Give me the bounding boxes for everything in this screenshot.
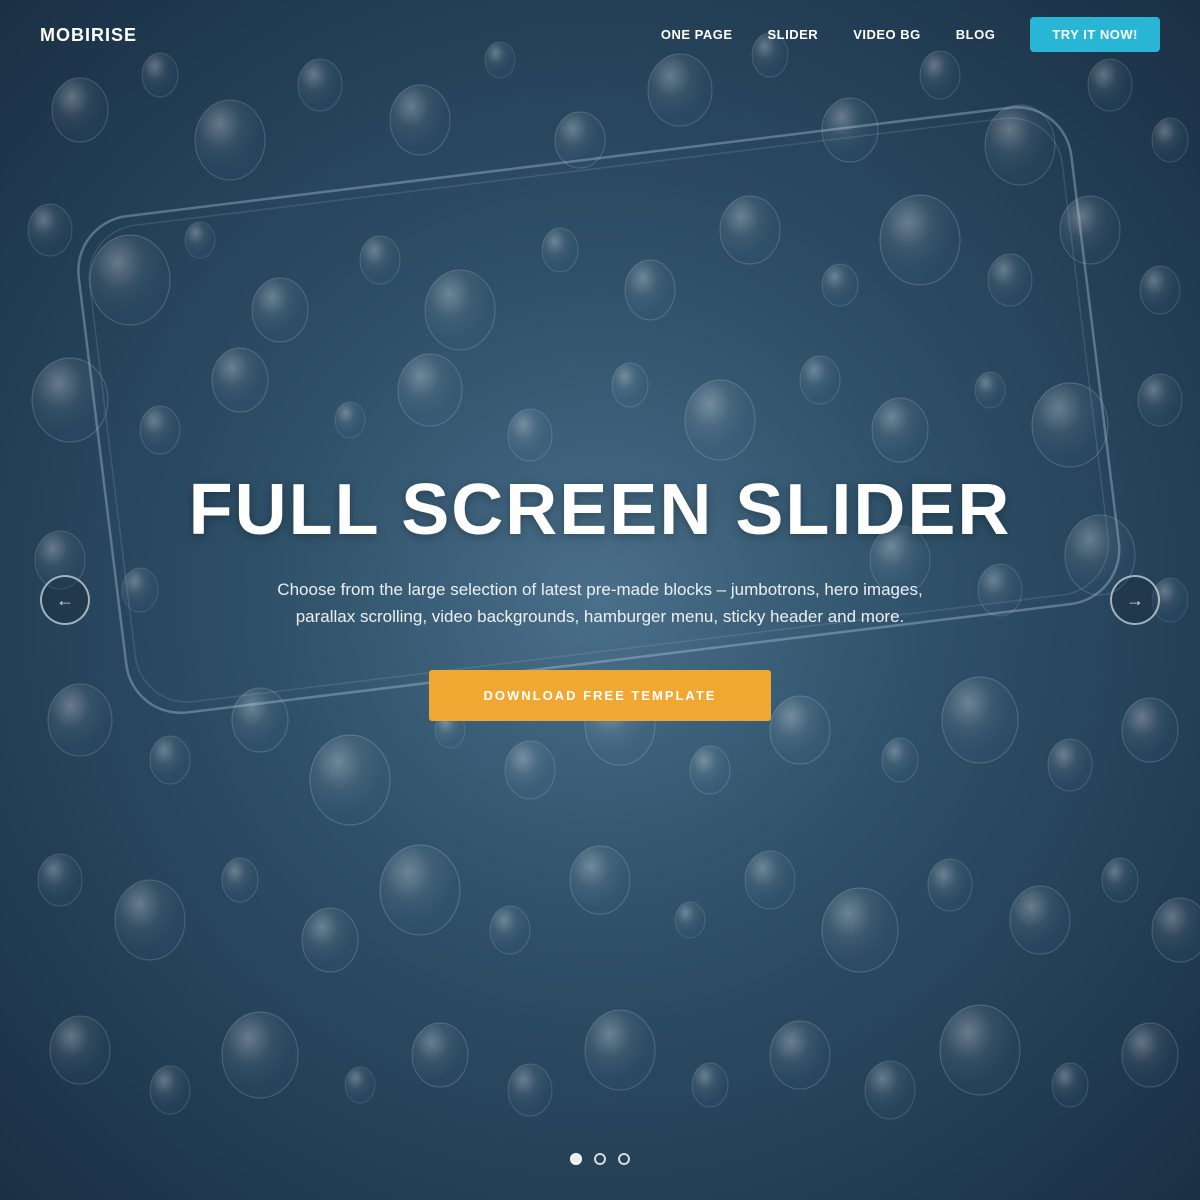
hero-title: FULL SCREEN SLIDER bbox=[189, 469, 1012, 551]
brand-logo: MOBIRISE bbox=[40, 25, 137, 46]
download-button[interactable]: DOWNLOAD FREE TEMPLATE bbox=[429, 670, 772, 721]
slider-prev-button[interactable]: ← bbox=[40, 575, 90, 625]
nav-link-blog[interactable]: BLOG bbox=[956, 27, 996, 42]
nav-item-blog[interactable]: BLOG bbox=[956, 26, 996, 44]
prev-arrow-icon: ← bbox=[56, 590, 74, 611]
nav-link-slider[interactable]: SLIDER bbox=[768, 27, 819, 42]
navbar: MOBIRISE ONE PAGE SLIDER VIDEO BG BLOG T… bbox=[0, 0, 1200, 70]
slider-dots bbox=[570, 1153, 630, 1165]
hero-section: MOBIRISE ONE PAGE SLIDER VIDEO BG BLOG T… bbox=[0, 0, 1200, 1200]
nav-item-slider[interactable]: SLIDER bbox=[768, 26, 819, 44]
nav-links: ONE PAGE SLIDER VIDEO BG BLOG Try It Now… bbox=[661, 26, 1160, 44]
nav-item-videobg[interactable]: VIDEO BG bbox=[853, 26, 921, 44]
next-arrow-icon: → bbox=[1126, 590, 1144, 611]
hero-content: FULL SCREEN SLIDER Choose from the large… bbox=[0, 0, 1200, 1200]
slider-next-button[interactable]: → bbox=[1110, 575, 1160, 625]
slide-dot-1[interactable] bbox=[570, 1153, 582, 1165]
slide-dot-3[interactable] bbox=[618, 1153, 630, 1165]
slide-dot-2[interactable] bbox=[594, 1153, 606, 1165]
nav-cta-button[interactable]: Try It Now! bbox=[1030, 17, 1160, 52]
nav-link-videobg[interactable]: VIDEO BG bbox=[853, 27, 921, 42]
nav-link-onepage[interactable]: ONE PAGE bbox=[661, 27, 733, 42]
hero-subtitle: Choose from the large selection of lates… bbox=[260, 576, 940, 630]
nav-item-onepage[interactable]: ONE PAGE bbox=[661, 26, 733, 44]
nav-item-cta[interactable]: Try It Now! bbox=[1030, 26, 1160, 44]
